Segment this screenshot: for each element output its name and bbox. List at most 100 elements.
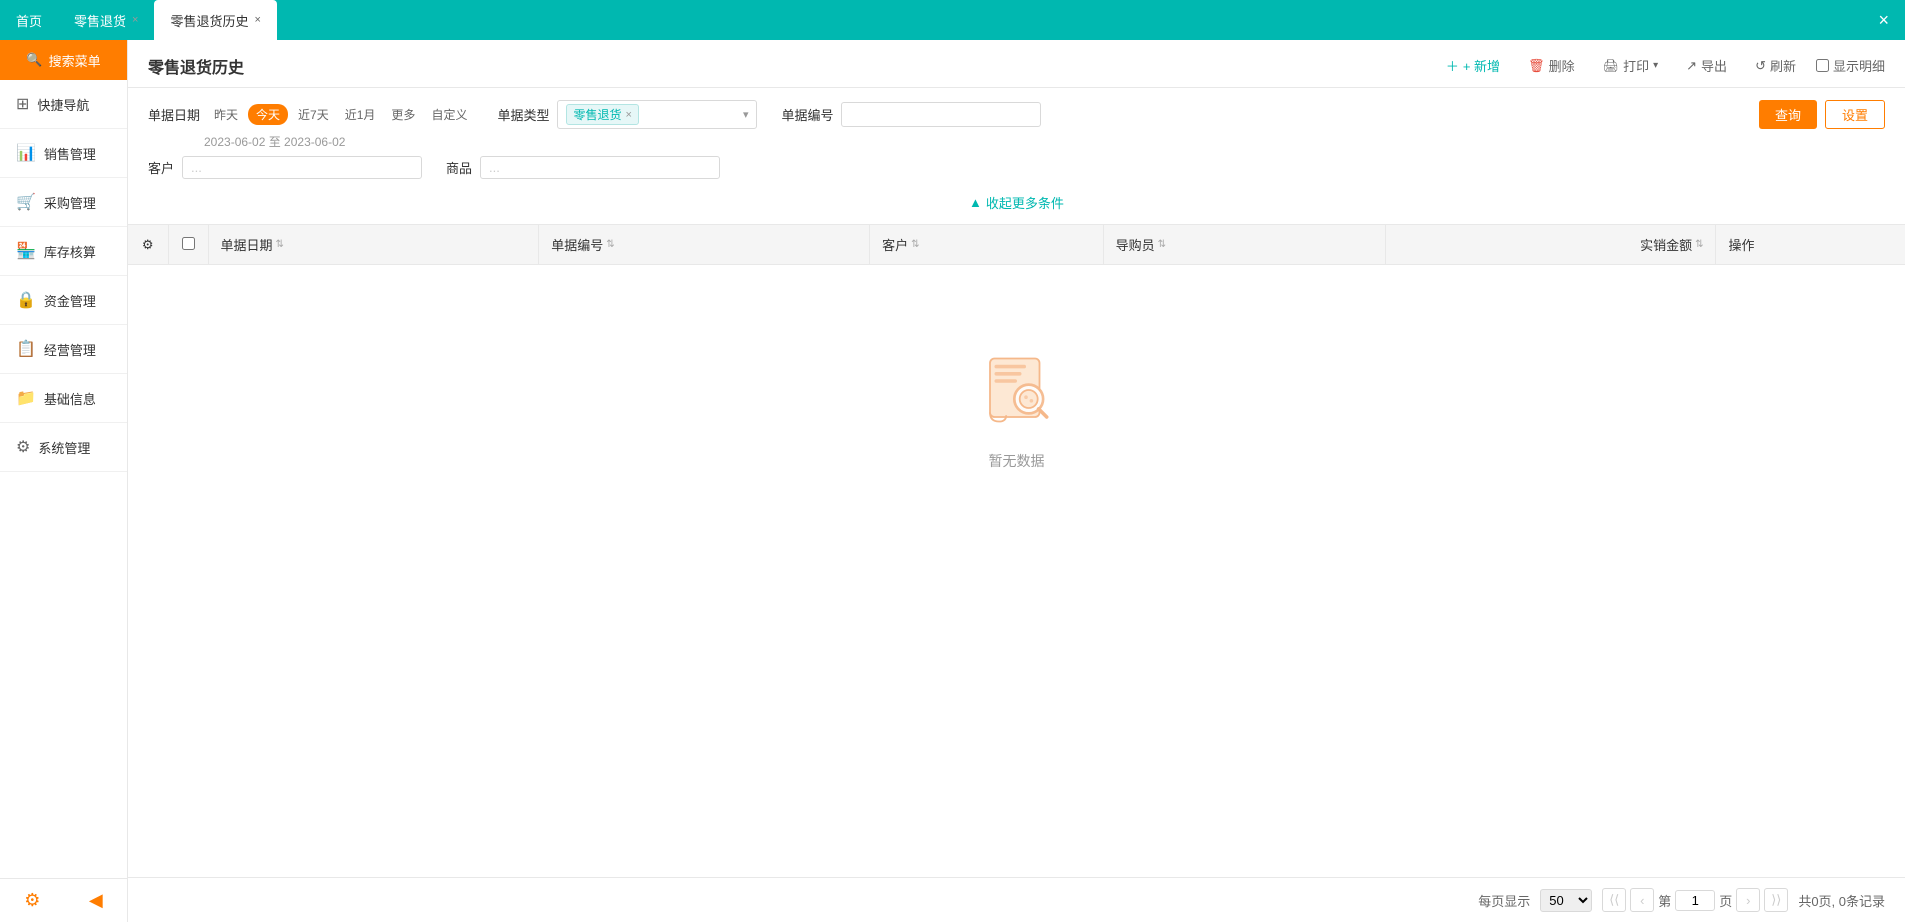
new-icon: ＋ <box>1446 56 1459 75</box>
sidebar-bottom: ⚙ ◀ <box>0 878 127 922</box>
top-nav: 首页 零售退货 × 零售退货历史 × × <box>0 0 1905 40</box>
th-guide-sort[interactable]: 导购员 ⇅ <box>1116 235 1373 254</box>
th-bill-number: 单据编号 ⇅ <box>539 225 870 265</box>
th-bill-number-sort[interactable]: 单据编号 ⇅ <box>551 235 857 254</box>
date-label: 单据日期 <box>148 105 200 124</box>
filter-collapse-row: ▲ 收起更多条件 <box>148 189 1885 212</box>
table-body: 暂无数据 <box>128 265 1905 552</box>
sidebar-item-basic-info-label: 基础信息 <box>44 389 96 408</box>
sort-bill-number-icon: ⇅ <box>606 239 614 250</box>
new-button[interactable]: ＋ + 新增 <box>1438 52 1508 79</box>
customer-placeholder: ... <box>191 160 202 175</box>
setting-button[interactable]: 设置 <box>1825 100 1885 129</box>
quick-nav-icon: ⊞ <box>16 94 29 114</box>
empty-state-icon <box>972 345 1062 435</box>
data-table: ⚙ 单据日期 ⇅ 单据编号 <box>128 225 1905 551</box>
pagination-bar: 每页显示 50 100 200 ⟨⟨ ‹ 第 页 › ⟩⟩ 共0页, 0条记录 <box>128 877 1905 922</box>
shortcut-last7[interactable]: 近7天 <box>292 104 335 125</box>
sidebar-item-finance[interactable]: 🔒 资金管理 <box>0 276 127 325</box>
goods-select[interactable]: ... <box>480 156 720 179</box>
page-prev-button[interactable]: ‹ <box>1630 888 1654 912</box>
sidebar-item-sales-mgmt-label: 销售管理 <box>44 144 96 163</box>
sidebar-settings-icon[interactable]: ⚙ <box>24 890 40 911</box>
page-last-button[interactable]: ⟩⟩ <box>1764 888 1788 912</box>
content-area: 零售退货历史 ＋ + 新增 🗑 删除 🖨 打印 ▾ ↗ 导出 <box>128 40 1905 922</box>
delete-label: 删除 <box>1549 56 1575 75</box>
export-button[interactable]: ↗ 导出 <box>1678 52 1735 79</box>
display-detail-checkbox[interactable] <box>1816 59 1829 72</box>
tab-home[interactable]: 首页 <box>0 0 58 40</box>
inventory-icon: 🏪 <box>16 241 36 261</box>
tab-retail-return-close[interactable]: × <box>132 14 138 26</box>
operations-icon: 📋 <box>16 339 36 359</box>
shortcut-last1month[interactable]: 近1月 <box>339 104 382 125</box>
table-header-row: ⚙ 单据日期 ⇅ 单据编号 <box>128 225 1905 265</box>
tab-home-label: 首页 <box>16 11 42 30</box>
bill-type-tag-close[interactable]: × <box>625 109 631 121</box>
th-customer-sort[interactable]: 客户 ⇅ <box>882 235 1091 254</box>
th-bill-date-label: 单据日期 <box>221 235 273 254</box>
select-all-checkbox[interactable] <box>182 237 195 250</box>
sort-guide-icon: ⇅ <box>1158 239 1166 250</box>
export-icon: ↗ <box>1686 58 1697 74</box>
customer-select[interactable]: ... <box>182 156 422 179</box>
print-label: 打印 <box>1623 56 1649 75</box>
sidebar-item-basic-info[interactable]: 📁 基础信息 <box>0 374 127 423</box>
date-range-text: 2023-06-02 至 2023-06-02 <box>204 135 345 149</box>
bill-number-input[interactable] <box>841 102 1041 127</box>
sidebar-item-purchase-mgmt[interactable]: 🛒 采购管理 <box>0 178 127 227</box>
sidebar-item-operations[interactable]: 📋 经营管理 <box>0 325 127 374</box>
th-operation: 操作 <box>1716 225 1905 265</box>
empty-state-row: 暂无数据 <box>128 265 1905 552</box>
close-window-button[interactable]: × <box>1878 10 1889 31</box>
print-button[interactable]: 🖨 打印 ▾ <box>1595 52 1667 79</box>
shortcut-more[interactable]: 更多 <box>385 104 421 125</box>
th-bill-date-sort[interactable]: 单据日期 ⇅ <box>221 235 527 254</box>
query-button[interactable]: 查询 <box>1759 100 1817 129</box>
sidebar-item-system-mgmt[interactable]: ⚙ 系统管理 <box>0 423 127 472</box>
delete-button[interactable]: 🗑 删除 <box>1520 52 1583 79</box>
collapse-icon: ▲ <box>969 195 982 210</box>
filter-row-2: 客户 ... 商品 ... <box>148 156 1885 179</box>
collapse-button[interactable]: ▲ 收起更多条件 <box>969 193 1064 212</box>
th-customer-label: 客户 <box>882 235 908 254</box>
tab-retail-return[interactable]: 零售退货 × <box>58 0 154 40</box>
page-number-input[interactable] <box>1675 890 1715 911</box>
sidebar-search[interactable]: 🔍 搜索菜单 <box>0 40 127 80</box>
shortcut-custom[interactable]: 自定义 <box>425 104 473 125</box>
print-icon: 🖨 <box>1603 58 1620 74</box>
page-next-button[interactable]: › <box>1736 888 1760 912</box>
sidebar-item-sales-mgmt[interactable]: 📊 销售管理 <box>0 129 127 178</box>
tab-retail-return-history[interactable]: 零售退货历史 × <box>154 0 276 40</box>
tab-retail-return-history-close[interactable]: × <box>254 14 260 26</box>
display-detail-label: 显示明细 <box>1833 56 1885 75</box>
th-actual-amount-sort[interactable]: 实销金额 ⇅ <box>1398 235 1704 254</box>
shortcut-yesterday[interactable]: 昨天 <box>208 104 244 125</box>
date-filter: 单据日期 昨天 今天 近7天 近1月 更多 自定义 <box>148 104 473 125</box>
page-first-button[interactable]: ⟨⟨ <box>1602 888 1626 912</box>
th-operation-label: 操作 <box>1728 238 1754 253</box>
per-page-label: 每页显示 <box>1478 891 1530 910</box>
bill-type-select[interactable]: 零售退货 × ▾ <box>557 100 757 129</box>
page-header: 零售退货历史 ＋ + 新增 🗑 删除 🖨 打印 ▾ ↗ 导出 <box>128 40 1905 88</box>
filter-area: 单据日期 昨天 今天 近7天 近1月 更多 自定义 单据类型 <box>128 88 1905 225</box>
empty-state: 暂无数据 <box>128 265 1905 551</box>
main-layout: 🔍 搜索菜单 ⊞ 快捷导航 📊 销售管理 🛒 采购管理 🏪 库存核算 🔒 <box>0 40 1905 922</box>
page-title: 零售退货历史 <box>148 54 244 78</box>
sidebar-item-quick-nav[interactable]: ⊞ 快捷导航 <box>0 80 127 129</box>
sidebar-item-inventory[interactable]: 🏪 库存核算 <box>0 227 127 276</box>
bill-number-filter: 单据编号 <box>781 102 1041 127</box>
basic-info-icon: 📁 <box>16 388 36 408</box>
empty-state-cell: 暂无数据 <box>128 265 1905 552</box>
collapse-label: 收起更多条件 <box>986 193 1064 212</box>
sidebar-item-inventory-label: 库存核算 <box>44 242 96 261</box>
shortcut-today[interactable]: 今天 <box>248 104 288 125</box>
th-settings[interactable]: ⚙ <box>128 225 168 265</box>
goods-label: 商品 <box>446 158 472 177</box>
th-customer: 客户 ⇅ <box>870 225 1104 265</box>
sidebar-collapse-icon[interactable]: ◀ <box>89 890 103 911</box>
th-checkbox <box>168 225 208 265</box>
per-page-select[interactable]: 50 100 200 <box>1540 889 1592 912</box>
goods-filter: 商品 ... <box>446 156 720 179</box>
refresh-button[interactable]: ↺ 刷新 <box>1747 52 1804 79</box>
